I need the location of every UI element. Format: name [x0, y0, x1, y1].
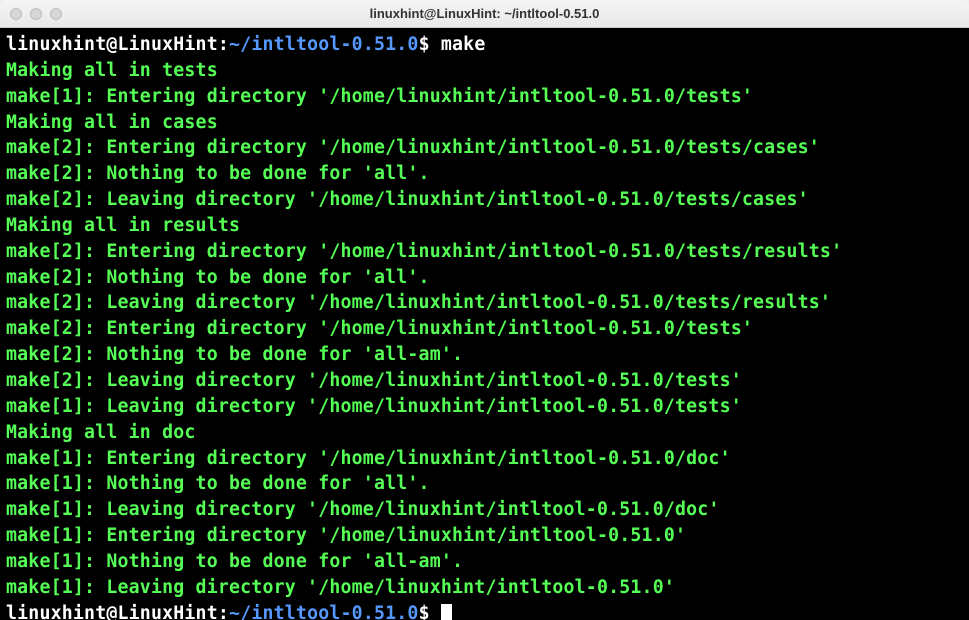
output-line: make[1]: Nothing to be done for 'all-am'…: [6, 551, 463, 572]
output-line: make[2]: Leaving directory '/home/linuxh…: [6, 370, 742, 391]
cursor: [441, 604, 452, 620]
titlebar[interactable]: linuxhint@LinuxHint: ~/intltool-0.51.0: [0, 0, 969, 28]
prompt-colon: :: [218, 603, 229, 620]
output-line: make[2]: Nothing to be done for 'all-am'…: [6, 344, 463, 365]
output-line: Making all in tests: [6, 60, 218, 81]
output-line: make[2]: Entering directory '/home/linux…: [6, 318, 753, 339]
window-controls: [0, 8, 62, 20]
output-line: make[2]: Leaving directory '/home/linuxh…: [6, 189, 809, 210]
minimize-icon[interactable]: [30, 8, 42, 20]
prompt-path: ~/intltool-0.51.0: [229, 34, 419, 55]
terminal-body[interactable]: linuxhint@LinuxHint:~/intltool-0.51.0$ m…: [0, 28, 969, 620]
output-line: make[1]: Nothing to be done for 'all'.: [6, 473, 430, 494]
prompt-sigil: $: [419, 34, 430, 55]
output-line: Making all in doc: [6, 422, 196, 443]
output-line: Making all in results: [6, 215, 240, 236]
output-line: make[2]: Entering directory '/home/linux…: [6, 241, 842, 262]
prompt-user-host: linuxhint@LinuxHint: [6, 603, 218, 620]
output-line: make[2]: Nothing to be done for 'all'.: [6, 163, 430, 184]
output-line: make[1]: Leaving directory '/home/linuxh…: [6, 396, 742, 417]
output-line: make[1]: Entering directory '/home/linux…: [6, 525, 686, 546]
maximize-icon[interactable]: [50, 8, 62, 20]
output-line: make[1]: Entering directory '/home/linux…: [6, 86, 753, 107]
window-title: linuxhint@LinuxHint: ~/intltool-0.51.0: [0, 6, 969, 21]
prompt-user-host: linuxhint@LinuxHint: [6, 34, 218, 55]
output-line: make[2]: Entering directory '/home/linux…: [6, 137, 820, 158]
output-line: make[2]: Leaving directory '/home/linuxh…: [6, 292, 831, 313]
prompt-path: ~/intltool-0.51.0: [229, 603, 419, 620]
command-text: make: [441, 34, 486, 55]
output-line: Making all in cases: [6, 112, 218, 133]
close-icon[interactable]: [10, 8, 22, 20]
output-line: make[1]: Leaving directory '/home/linuxh…: [6, 499, 720, 520]
output-line: make[2]: Nothing to be done for 'all'.: [6, 267, 430, 288]
prompt-colon: :: [218, 34, 229, 55]
output-line: make[1]: Entering directory '/home/linux…: [6, 448, 731, 469]
prompt-sigil: $: [419, 603, 430, 620]
output-line: make[1]: Leaving directory '/home/linuxh…: [6, 577, 675, 598]
terminal-window: linuxhint@LinuxHint: ~/intltool-0.51.0 l…: [0, 0, 969, 620]
